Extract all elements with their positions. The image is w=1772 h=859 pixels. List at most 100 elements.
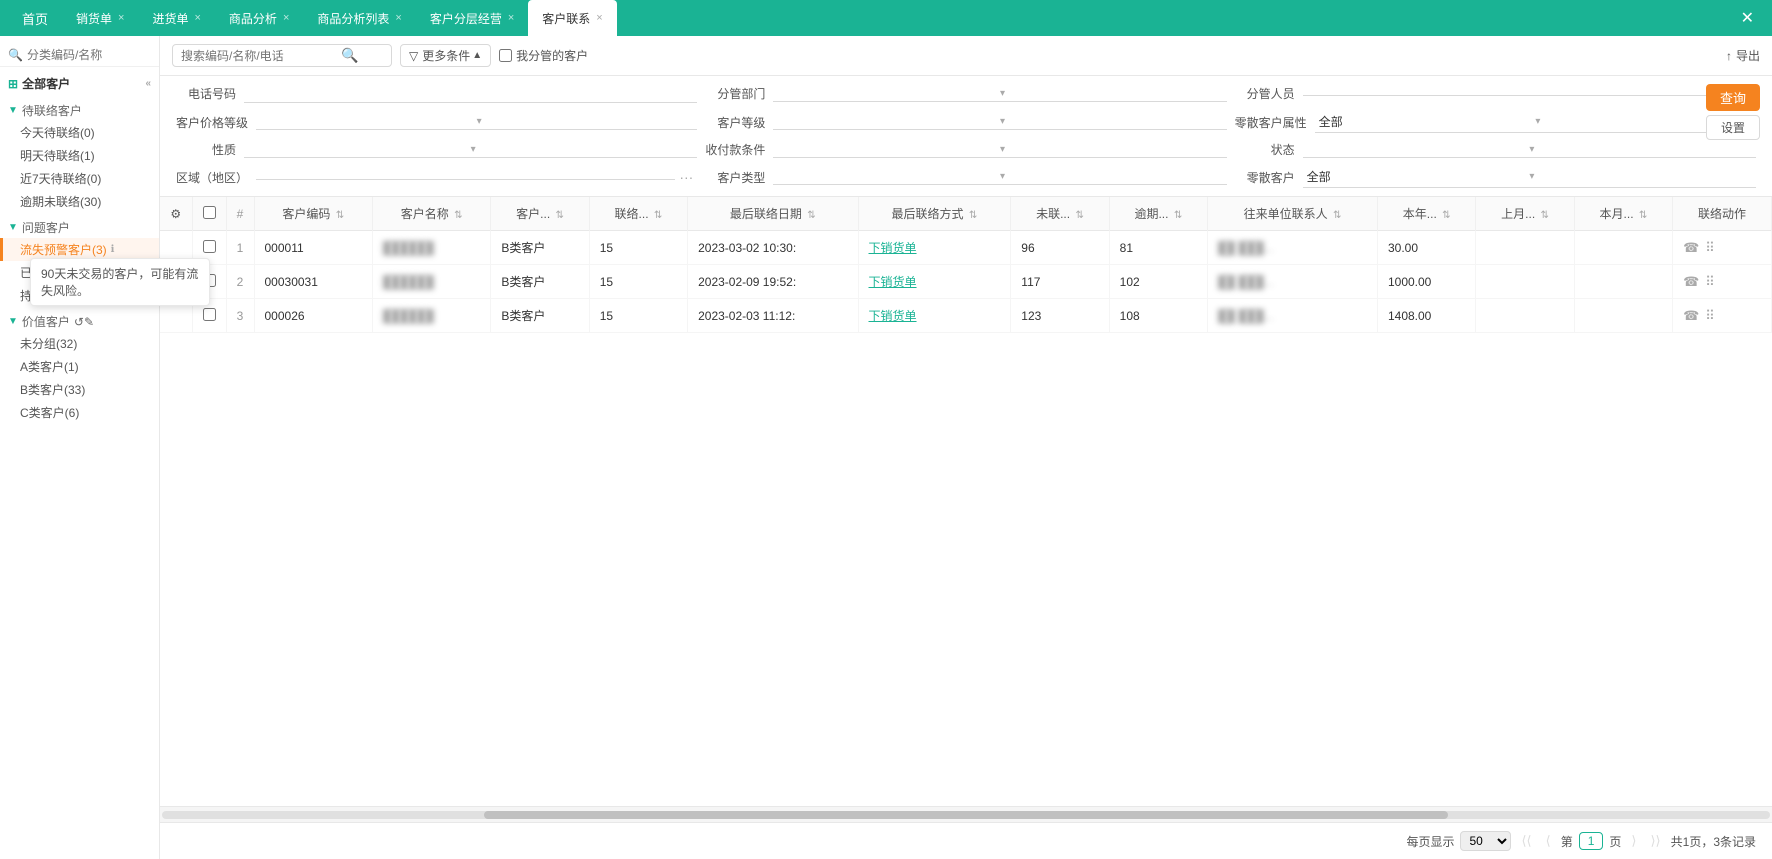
horizontal-scrollbar[interactable]: [160, 806, 1772, 822]
export-button[interactable]: ↑ 导出: [1726, 47, 1760, 64]
header-checkbox-col: [192, 197, 226, 231]
sidebar-item-today[interactable]: 今天待联络(0): [0, 121, 159, 144]
row-no: 2: [226, 265, 254, 299]
select-all-checkbox[interactable]: [203, 206, 216, 219]
close-tab-customer-seg[interactable]: ×: [508, 12, 514, 24]
dept-select[interactable]: ▾: [773, 86, 1226, 102]
header-last-month[interactable]: 上月... ⇅: [1476, 197, 1574, 231]
header-last-method[interactable]: 最后联络方式 ⇅: [858, 197, 1011, 231]
scrollbar-track[interactable]: [162, 811, 1770, 819]
row-actions: ☎ ⠿: [1673, 299, 1772, 333]
my-customers-checkbox-wrap: 我分管的客户: [499, 47, 588, 64]
tab-product-analysis-list[interactable]: 商品分析列表 ×: [303, 0, 415, 36]
action-more-icon[interactable]: ⠿: [1705, 274, 1715, 290]
action-phone-icon[interactable]: ☎: [1683, 308, 1699, 324]
sidebar-item-class-b[interactable]: B类客户(33): [0, 378, 159, 401]
region-dots[interactable]: ···: [675, 169, 697, 185]
sidebar-item-class-a[interactable]: A类客户(1): [0, 355, 159, 378]
app-close-button[interactable]: ✕: [1731, 8, 1764, 28]
sort-icon-contact: ⇅: [654, 210, 662, 221]
sort-icon-uncontact: ⇅: [1075, 210, 1083, 221]
payment-select[interactable]: ▾: [773, 142, 1226, 158]
last-page-button[interactable]: ⟩⟩: [1646, 833, 1664, 849]
header-year-amount[interactable]: 本年... ⇅: [1377, 197, 1475, 231]
sidebar-item-7days[interactable]: 近7天待联络(0): [0, 167, 159, 190]
sidebar-group-waiting[interactable]: ▼ 待联络客户: [0, 96, 159, 121]
sort-icon-name: ⇅: [454, 210, 462, 221]
sidebar-item-ungrouped[interactable]: 未分组(32): [0, 332, 159, 355]
header-last-date[interactable]: 最后联络日期 ⇅: [688, 197, 858, 231]
row-uncontact: 123: [1011, 299, 1109, 333]
last-method-link[interactable]: 下销货单: [869, 241, 917, 255]
close-tab-sales[interactable]: ×: [118, 12, 124, 24]
row-contact-count: 15: [589, 299, 687, 333]
region-select[interactable]: [256, 175, 675, 180]
per-page-select[interactable]: 50 100: [1460, 831, 1511, 851]
info-icon-churn[interactable]: ℹ: [111, 244, 115, 255]
table-header-row: ⚙ # 客户编码 ⇅ 客户名称 ⇅ 客户... ⇅ 联络... ⇅ 最后联络日期…: [160, 197, 1772, 231]
close-tab-product-analysis[interactable]: ×: [283, 12, 289, 24]
status-select[interactable]: ▾: [1303, 142, 1756, 158]
sidebar-all-customers[interactable]: ⊞ 全部客户 «: [0, 71, 159, 96]
search-button[interactable]: 🔍: [341, 47, 358, 64]
row-checkbox[interactable]: [203, 240, 216, 253]
tab-customer-segmentation[interactable]: 客户分层经营 ×: [416, 0, 528, 36]
header-this-month[interactable]: 本月... ⇅: [1574, 197, 1672, 231]
header-action: 联络动作: [1673, 197, 1772, 231]
more-conditions-button[interactable]: ▽ 更多条件 ▲: [400, 44, 491, 67]
tab-sales-order[interactable]: 销货单 ×: [62, 0, 138, 36]
header-overdue[interactable]: 逾期... ⇅: [1109, 197, 1207, 231]
header-contacts-person[interactable]: 往来单位联系人 ⇅: [1208, 197, 1378, 231]
zero-attr-select[interactable]: 全部 ▾: [1315, 111, 1756, 133]
tab-home[interactable]: 首页: [8, 9, 62, 28]
next-page-button[interactable]: ⟩: [1627, 833, 1640, 849]
close-tab-product-list[interactable]: ×: [395, 12, 401, 24]
action-phone-icon[interactable]: ☎: [1683, 240, 1699, 256]
close-tab-customer-contact[interactable]: ×: [596, 12, 602, 24]
action-more-icon[interactable]: ⠿: [1705, 308, 1715, 324]
customer-type-select[interactable]: ▾: [773, 169, 1226, 185]
zero-retail-select[interactable]: 全部 ▾: [1303, 166, 1756, 188]
phone-input[interactable]: [244, 84, 697, 103]
my-customers-checkbox[interactable]: [499, 49, 512, 62]
row-checkbox[interactable]: [203, 308, 216, 321]
header-type[interactable]: 客户... ⇅: [491, 197, 589, 231]
last-method-link[interactable]: 下销货单: [869, 309, 917, 323]
gear-settings-col[interactable]: ⚙: [160, 197, 192, 231]
sidebar-group-problem[interactable]: ▼ 问题客户: [0, 213, 159, 238]
header-contact-count[interactable]: 联络... ⇅: [589, 197, 687, 231]
scrollbar-thumb[interactable]: [484, 811, 1449, 819]
filter-zero-retail: 零散客户 全部 ▾: [1235, 166, 1756, 188]
tab-purchase-order[interactable]: 进货单 ×: [138, 0, 214, 36]
sidebar-collapse-icon[interactable]: «: [145, 78, 151, 89]
nature-select[interactable]: ▾: [244, 142, 697, 158]
first-page-button[interactable]: ⟨⟨: [1517, 833, 1535, 849]
prev-page-button[interactable]: ⟨: [1542, 833, 1555, 849]
toolbar: 🔍 ▽ 更多条件 ▲ 我分管的客户 ↑ 导出: [160, 36, 1772, 76]
query-button[interactable]: 查询: [1706, 84, 1760, 111]
refresh-icon-value[interactable]: ↺: [74, 315, 84, 329]
customer-grade-select[interactable]: ▾: [773, 114, 1226, 130]
data-table-wrap: ⚙ # 客户编码 ⇅ 客户名称 ⇅ 客户... ⇅ 联络... ⇅ 最后联络日期…: [160, 197, 1772, 806]
header-code[interactable]: 客户编码 ⇅: [254, 197, 372, 231]
settings-button[interactable]: 设置: [1706, 115, 1760, 140]
price-grade-select[interactable]: ▾: [256, 114, 697, 130]
header-uncontact[interactable]: 未联... ⇅: [1011, 197, 1109, 231]
sidebar-search-input[interactable]: [27, 48, 151, 62]
last-method-link[interactable]: 下销货单: [869, 275, 917, 289]
sidebar-item-overdue[interactable]: 逾期未联络(30): [0, 190, 159, 213]
action-phone-icon[interactable]: ☎: [1683, 274, 1699, 290]
staff-select[interactable]: [1303, 91, 1734, 96]
sidebar-item-tomorrow[interactable]: 明天待联络(1): [0, 144, 159, 167]
header-name[interactable]: 客户名称 ⇅: [372, 197, 490, 231]
edit-icon-value[interactable]: ✎: [84, 315, 94, 329]
sidebar-group-value[interactable]: ▼ 价值客户 ↺ ✎: [0, 307, 159, 332]
tab-customer-contact[interactable]: 客户联系 ×: [528, 0, 616, 36]
search-input[interactable]: [181, 49, 341, 63]
row-actions: ☎ ⠿: [1673, 265, 1772, 299]
sort-icon-year: ⇅: [1442, 210, 1450, 221]
sidebar-item-class-c[interactable]: C类客户(6): [0, 401, 159, 424]
close-tab-purchase[interactable]: ×: [194, 12, 200, 24]
tab-product-analysis[interactable]: 商品分析 ×: [215, 0, 303, 36]
action-more-icon[interactable]: ⠿: [1705, 240, 1715, 256]
